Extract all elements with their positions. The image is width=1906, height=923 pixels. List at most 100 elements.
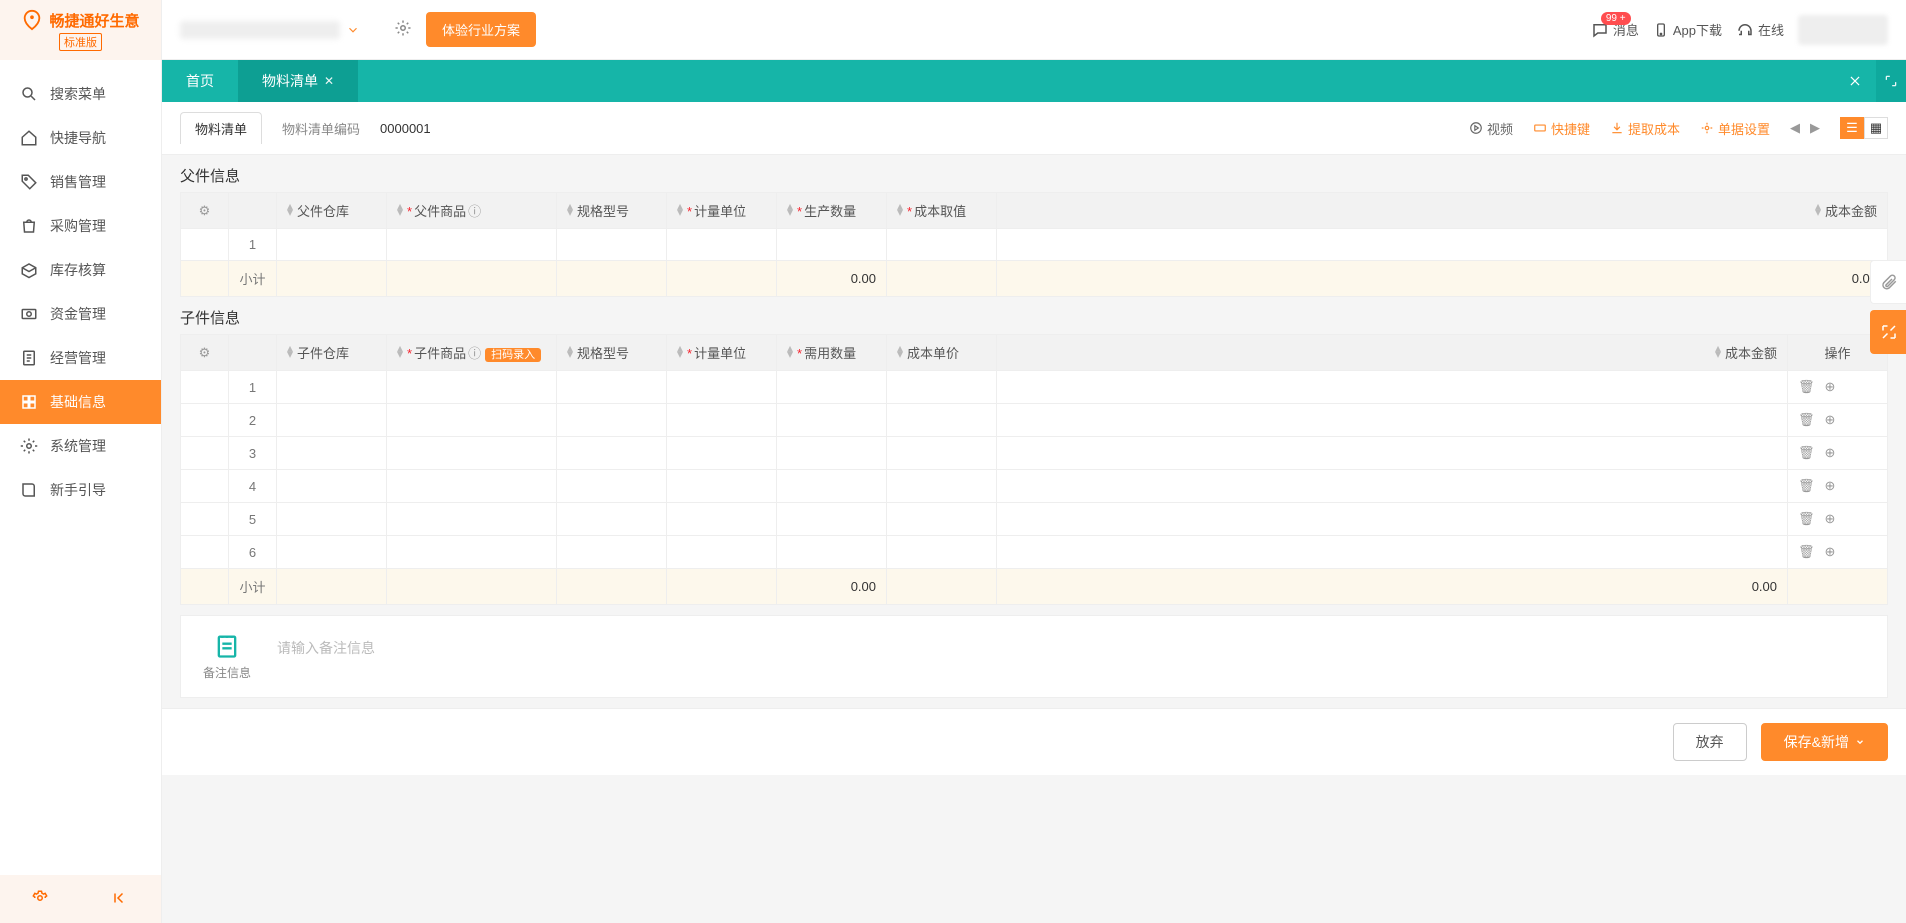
logo-icon: [21, 9, 43, 31]
chevron-down-icon: [346, 23, 360, 37]
col-child-unitcost[interactable]: ▴▾成本单价: [887, 335, 997, 371]
sidebar-item-sys[interactable]: 系统管理: [0, 424, 161, 468]
try-industry-button[interactable]: 体验行业方案: [426, 12, 536, 47]
sheet-header: 物料清单 物料清单编码 0000001 视频 快捷键 提取成本 单据设置 ◀ ▶…: [162, 102, 1906, 155]
bag-icon: [20, 217, 38, 235]
search-icon: [20, 85, 38, 103]
bill-settings-link[interactable]: 单据设置: [1700, 119, 1770, 138]
col-parent-spec[interactable]: ▴▾规格型号: [557, 193, 667, 229]
sidebar-menu: 搜索菜单 快捷导航 销售管理 采购管理 库存核算 资金管理 经营管理 基础信息 …: [0, 60, 161, 875]
delete-icon[interactable]: 🗑: [1798, 412, 1815, 428]
extract-icon: [1610, 121, 1624, 135]
delete-icon[interactable]: 🗑: [1798, 445, 1815, 461]
add-icon[interactable]: ⊕: [1825, 412, 1836, 428]
col-parent-costamt[interactable]: ▴▾成本金额: [997, 193, 1888, 229]
next-icon[interactable]: ▶: [1810, 120, 1820, 136]
col-child-unit[interactable]: ▴▾*计量单位: [667, 335, 777, 371]
tab-home[interactable]: 首页: [162, 60, 238, 102]
column-settings-icon[interactable]: ⚙: [181, 335, 229, 371]
settings-icon[interactable]: [31, 889, 49, 910]
add-icon[interactable]: ⊕: [1825, 544, 1836, 560]
chevron-down-icon: [1855, 737, 1865, 747]
hotkey-link[interactable]: 快捷键: [1533, 119, 1590, 138]
sidebar-label: 资金管理: [50, 304, 106, 324]
close-all-tabs[interactable]: [1834, 74, 1876, 88]
sidebar-item-quicknav[interactable]: 快捷导航: [0, 116, 161, 160]
sidebar-item-ops[interactable]: 经营管理: [0, 336, 161, 380]
table-row[interactable]: 1: [181, 229, 1888, 261]
col-parent-warehouse[interactable]: ▴▾父件仓库: [277, 193, 387, 229]
delete-icon[interactable]: 🗑: [1798, 544, 1815, 560]
sheet-code-value: 0000001: [380, 121, 431, 136]
sidebar-item-fund[interactable]: 资金管理: [0, 292, 161, 336]
add-icon[interactable]: ⊕: [1825, 478, 1836, 494]
col-child-warehouse[interactable]: ▴▾子件仓库: [277, 335, 387, 371]
online-service-link[interactable]: 在线: [1736, 20, 1784, 39]
help-icon[interactable]: ⓘ: [468, 346, 481, 361]
col-child-qty[interactable]: ▴▾*需用数量: [777, 335, 887, 371]
org-selector[interactable]: [180, 21, 380, 39]
table-row[interactable]: 1🗑⊕: [181, 371, 1888, 404]
headset-icon: [1736, 21, 1754, 39]
column-settings-icon[interactable]: ⚙: [181, 193, 229, 229]
message-badge: 99 +: [1601, 12, 1631, 25]
fullscreen-icon[interactable]: [1876, 60, 1906, 102]
remarks-input[interactable]: [277, 632, 1871, 664]
home-icon: [20, 129, 38, 147]
sheet-tab[interactable]: 物料清单: [180, 112, 262, 144]
sidebar-item-search[interactable]: 搜索菜单: [0, 72, 161, 116]
col-parent-costsrc[interactable]: ▴▾*成本取值: [887, 193, 997, 229]
delete-icon[interactable]: 🗑: [1798, 379, 1815, 395]
tab-bom[interactable]: 物料清单✕: [238, 60, 358, 102]
add-icon[interactable]: ⊕: [1825, 379, 1836, 395]
attachment-tab[interactable]: [1870, 260, 1906, 304]
delete-icon[interactable]: 🗑: [1798, 511, 1815, 527]
view-toggle[interactable]: ☰ ▦: [1840, 117, 1888, 139]
sidebar-item-base[interactable]: 基础信息: [0, 380, 161, 424]
box-icon: [20, 261, 38, 279]
grid-icon: [20, 393, 38, 411]
col-parent-product[interactable]: ▴▾*父件商品ⓘ: [387, 193, 557, 229]
collapse-icon[interactable]: [112, 889, 130, 910]
play-icon: [1469, 121, 1483, 135]
card-view-icon[interactable]: ▦: [1864, 117, 1888, 139]
col-child-spec[interactable]: ▴▾规格型号: [557, 335, 667, 371]
discard-button[interactable]: 放弃: [1673, 723, 1747, 761]
add-icon[interactable]: ⊕: [1825, 511, 1836, 527]
app-download-link[interactable]: App下载: [1653, 20, 1722, 39]
sidebar-label: 销售管理: [50, 172, 106, 192]
col-child-product[interactable]: ▴▾*子件商品ⓘ扫码录入: [387, 335, 557, 371]
list-view-icon[interactable]: ☰: [1840, 117, 1864, 139]
prev-icon[interactable]: ◀: [1790, 120, 1800, 136]
messages-link[interactable]: 99 + 消息: [1591, 20, 1639, 39]
close-icon[interactable]: ✕: [324, 74, 334, 88]
sidebar-label: 搜索菜单: [50, 84, 106, 104]
org-settings-icon[interactable]: [394, 19, 412, 40]
sidebar-item-sales[interactable]: 销售管理: [0, 160, 161, 204]
delete-icon[interactable]: 🗑: [1798, 478, 1815, 494]
sidebar-item-guide[interactable]: 新手引导: [0, 468, 161, 512]
video-link[interactable]: 视频: [1469, 119, 1513, 138]
help-icon[interactable]: ⓘ: [468, 204, 481, 219]
table-row[interactable]: 6🗑⊕: [181, 536, 1888, 569]
user-avatar[interactable]: [1798, 15, 1888, 45]
sidebar-item-purchase[interactable]: 采购管理: [0, 204, 161, 248]
scan-badge[interactable]: 扫码录入: [485, 348, 541, 362]
sidebar-label: 采购管理: [50, 216, 106, 236]
extract-cost-link[interactable]: 提取成本: [1610, 119, 1680, 138]
parent-table: ⚙ ▴▾父件仓库 ▴▾*父件商品ⓘ ▴▾规格型号 ▴▾*计量单位 ▴▾*生产数量…: [180, 192, 1888, 297]
sidebar-item-stock[interactable]: 库存核算: [0, 248, 161, 292]
gear-icon: [1700, 121, 1714, 135]
col-child-costamt[interactable]: ▴▾成本金额: [997, 335, 1788, 371]
col-parent-qty[interactable]: ▴▾*生产数量: [777, 193, 887, 229]
paperclip-icon: [1880, 273, 1898, 291]
add-icon[interactable]: ⊕: [1825, 445, 1836, 461]
table-row[interactable]: 5🗑⊕: [181, 503, 1888, 536]
save-and-new-button[interactable]: 保存&新增: [1761, 723, 1888, 761]
expand-tab[interactable]: [1870, 310, 1906, 354]
col-parent-unit[interactable]: ▴▾*计量单位: [667, 193, 777, 229]
subtotal-row: 小计0.000.00: [181, 261, 1888, 297]
table-row[interactable]: 2🗑⊕: [181, 404, 1888, 437]
table-row[interactable]: 4🗑⊕: [181, 470, 1888, 503]
table-row[interactable]: 3🗑⊕: [181, 437, 1888, 470]
